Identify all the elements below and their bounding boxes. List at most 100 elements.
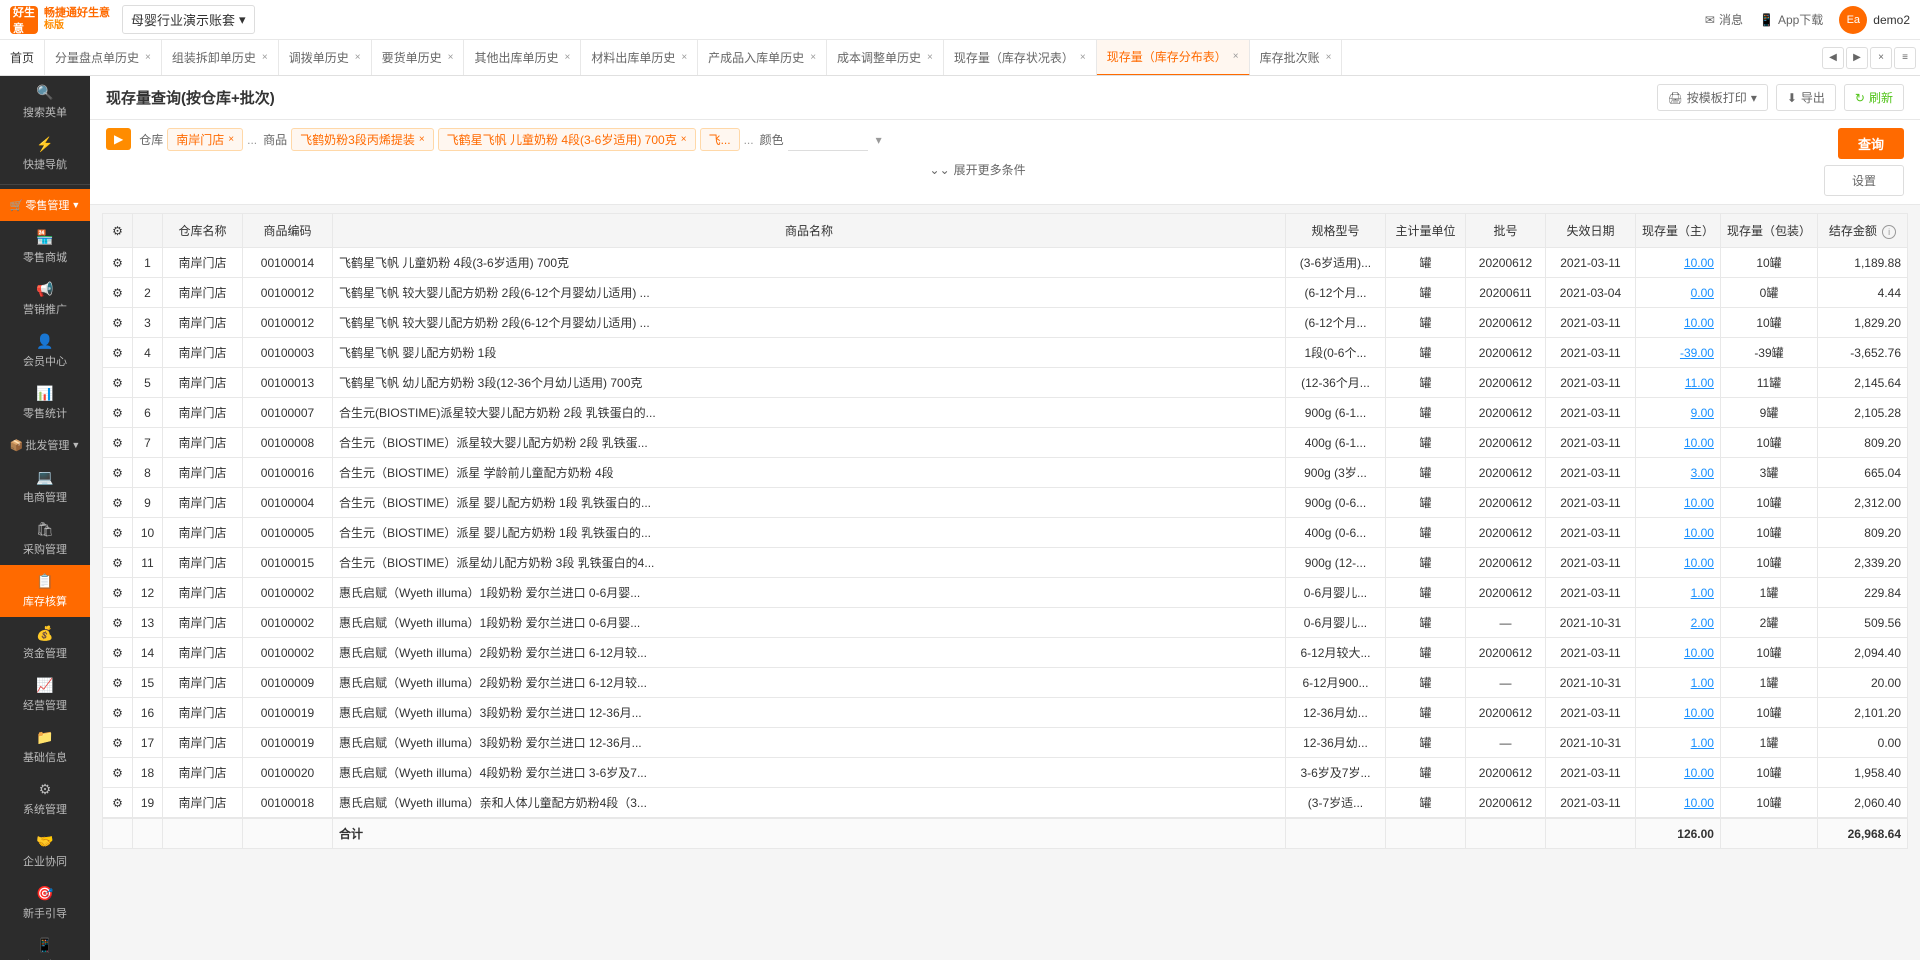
tab-close-inv-dist[interactable]: × [1233,51,1239,62]
tab-close-requisition[interactable]: × [448,52,454,63]
row-settings[interactable]: ⚙ [103,278,133,308]
tab-prev-btn[interactable]: ◀ [1822,47,1844,69]
query-btn[interactable]: 查询 [1838,128,1904,159]
row-settings[interactable]: ⚙ [103,398,133,428]
tab-close-cost-adjust[interactable]: × [927,52,933,63]
row-settings[interactable]: ⚙ [103,458,133,488]
message-btn[interactable]: ✉ 消息 [1705,11,1743,28]
tab-close-adjust[interactable]: × [355,52,361,63]
row-qty-main[interactable]: 10.00 [1635,788,1720,819]
sidebar-item-enterprise[interactable]: 🤝 企业协同 [0,825,90,877]
sidebar-item-shortcut[interactable]: ⚡ 快捷导航 [0,128,90,180]
row-settings[interactable]: ⚙ [103,548,133,578]
row-qty-main[interactable]: 3.00 [1635,458,1720,488]
tab-close-batch[interactable]: × [1326,52,1332,63]
goods-more[interactable]: ... [744,133,754,147]
sidebar-item-newbie[interactable]: 🎯 新手引导 [0,877,90,929]
sidebar-item-basic[interactable]: 📁 基础信息 [0,721,90,773]
tab-inventory-dist[interactable]: 现存量（库存分布表） × [1097,40,1250,76]
warehouse-remove-icon[interactable]: × [228,134,234,145]
tab-close-other-out[interactable]: × [564,52,570,63]
sidebar-item-member[interactable]: 👤 会员中心 [0,325,90,377]
tab-menu-btn[interactable]: ≡ [1894,47,1916,69]
expand-more-btn[interactable]: ⌄⌄ 展开更多条件 [930,161,1026,178]
row-settings[interactable]: ⚙ [103,668,133,698]
refresh-btn[interactable]: ↻ 刷新 [1844,84,1904,111]
sidebar-item-finance[interactable]: 💰 资金管理 [0,617,90,669]
user-area[interactable]: Ea demo2 [1839,6,1910,34]
row-qty-main[interactable]: 10.00 [1635,488,1720,518]
sidebar-item-search[interactable]: 🔍 搜索英单 [0,76,90,128]
filter-expand-btn[interactable]: ▶ [106,128,131,150]
tab-close-disassembly[interactable]: × [262,52,268,63]
row-settings[interactable]: ⚙ [103,248,133,278]
settings-btn[interactable]: 设置 [1824,165,1904,196]
sidebar-item-wholesale[interactable]: 📦 批发管理 ▼ [0,429,90,461]
row-settings[interactable]: ⚙ [103,728,133,758]
tab-close-inv-status[interactable]: × [1080,52,1086,63]
tab-close-product-in[interactable]: × [810,52,816,63]
sidebar-item-inventory[interactable]: 📋 库存核算 [0,565,90,617]
row-settings[interactable]: ⚙ [103,428,133,458]
row-settings[interactable]: ⚙ [103,788,133,819]
sidebar-item-ecommerce[interactable]: 💻 电商管理 [0,461,90,513]
row-qty-main[interactable]: 0.00 [1635,278,1720,308]
row-qty-main[interactable]: 10.00 [1635,758,1720,788]
row-settings[interactable]: ⚙ [103,608,133,638]
goods-remove-2[interactable]: × [681,134,687,145]
goods-filter-tag-3[interactable]: 飞... [700,128,740,151]
row-qty-main[interactable]: 10.00 [1635,248,1720,278]
row-qty-main[interactable]: 10.00 [1635,308,1720,338]
account-dropdown[interactable]: 母婴行业演示账套 ▾ [122,5,255,34]
row-qty-main[interactable]: 1.00 [1635,668,1720,698]
row-qty-main[interactable]: -39.00 [1635,338,1720,368]
row-qty-main[interactable]: 10.00 [1635,548,1720,578]
sidebar-item-retail-stats[interactable]: 📊 零售统计 [0,377,90,429]
tab-product-in[interactable]: 产成品入库单历史 × [698,40,827,76]
tab-split-history[interactable]: 分量盘点单历史 × [45,40,162,76]
tab-home[interactable]: 首页 [0,40,45,76]
goods-filter-tag-1[interactable]: 飞鹤奶粉3段丙烯提装 × [291,128,434,151]
goods-remove-1[interactable]: × [419,134,425,145]
row-settings[interactable]: ⚙ [103,338,133,368]
sidebar-item-retail-shop[interactable]: 🏪 零售商城 [0,221,90,273]
row-qty-main[interactable]: 11.00 [1635,368,1720,398]
tab-inventory-status[interactable]: 现存量（库存状况表） × [944,40,1097,76]
row-qty-main[interactable]: 2.00 [1635,608,1720,638]
row-settings[interactable]: ⚙ [103,638,133,668]
row-qty-main[interactable]: 10.00 [1635,698,1720,728]
row-qty-main[interactable]: 10.00 [1635,638,1720,668]
warehouse-more[interactable]: ... [247,133,257,147]
sidebar-item-purchase[interactable]: 🛍 采购管理 [0,513,90,565]
row-settings[interactable]: ⚙ [103,488,133,518]
tab-cost-adjust[interactable]: 成本调整单历史 × [827,40,944,76]
tab-disassembly[interactable]: 组装拆卸单历史 × [162,40,279,76]
tab-close-split[interactable]: × [145,52,151,63]
row-qty-main[interactable]: 10.00 [1635,518,1720,548]
tab-requisition[interactable]: 要货单历史 × [372,40,465,76]
row-settings[interactable]: ⚙ [103,518,133,548]
tab-batch-account[interactable]: 库存批次账 × [1250,40,1343,76]
sidebar-item-system[interactable]: ⚙ 系统管理 [0,773,90,825]
row-qty-main[interactable]: 10.00 [1635,428,1720,458]
sidebar-item-operations[interactable]: 📈 经营管理 [0,669,90,721]
row-settings[interactable]: ⚙ [103,578,133,608]
tab-material-out[interactable]: 材料出库单历史 × [581,40,698,76]
color-filter-expand[interactable]: ▾ [876,133,882,147]
color-filter-input[interactable] [788,129,868,151]
row-settings[interactable]: ⚙ [103,698,133,728]
tab-next-btn[interactable]: ▶ [1846,47,1868,69]
template-print-btn[interactable]: 🖨 按模板打印 ▾ [1657,84,1768,111]
row-settings[interactable]: ⚙ [103,368,133,398]
row-qty-main[interactable]: 1.00 [1635,578,1720,608]
col-header-settings[interactable]: ⚙ [103,214,133,248]
row-settings[interactable]: ⚙ [103,758,133,788]
export-btn[interactable]: ⬇ 导出 [1776,84,1836,111]
goods-filter-tag-2[interactable]: 飞鹤星飞帆 儿童奶粉 4段(3-6岁适用) 700克 × [438,128,696,151]
row-settings[interactable]: ⚙ [103,308,133,338]
app-download-btn[interactable]: 📱 App下载 [1759,11,1823,28]
sidebar-item-marketing[interactable]: 📢 营销推广 [0,273,90,325]
balance-info-icon[interactable]: i [1882,225,1896,239]
row-qty-main[interactable]: 1.00 [1635,728,1720,758]
row-qty-main[interactable]: 9.00 [1635,398,1720,428]
